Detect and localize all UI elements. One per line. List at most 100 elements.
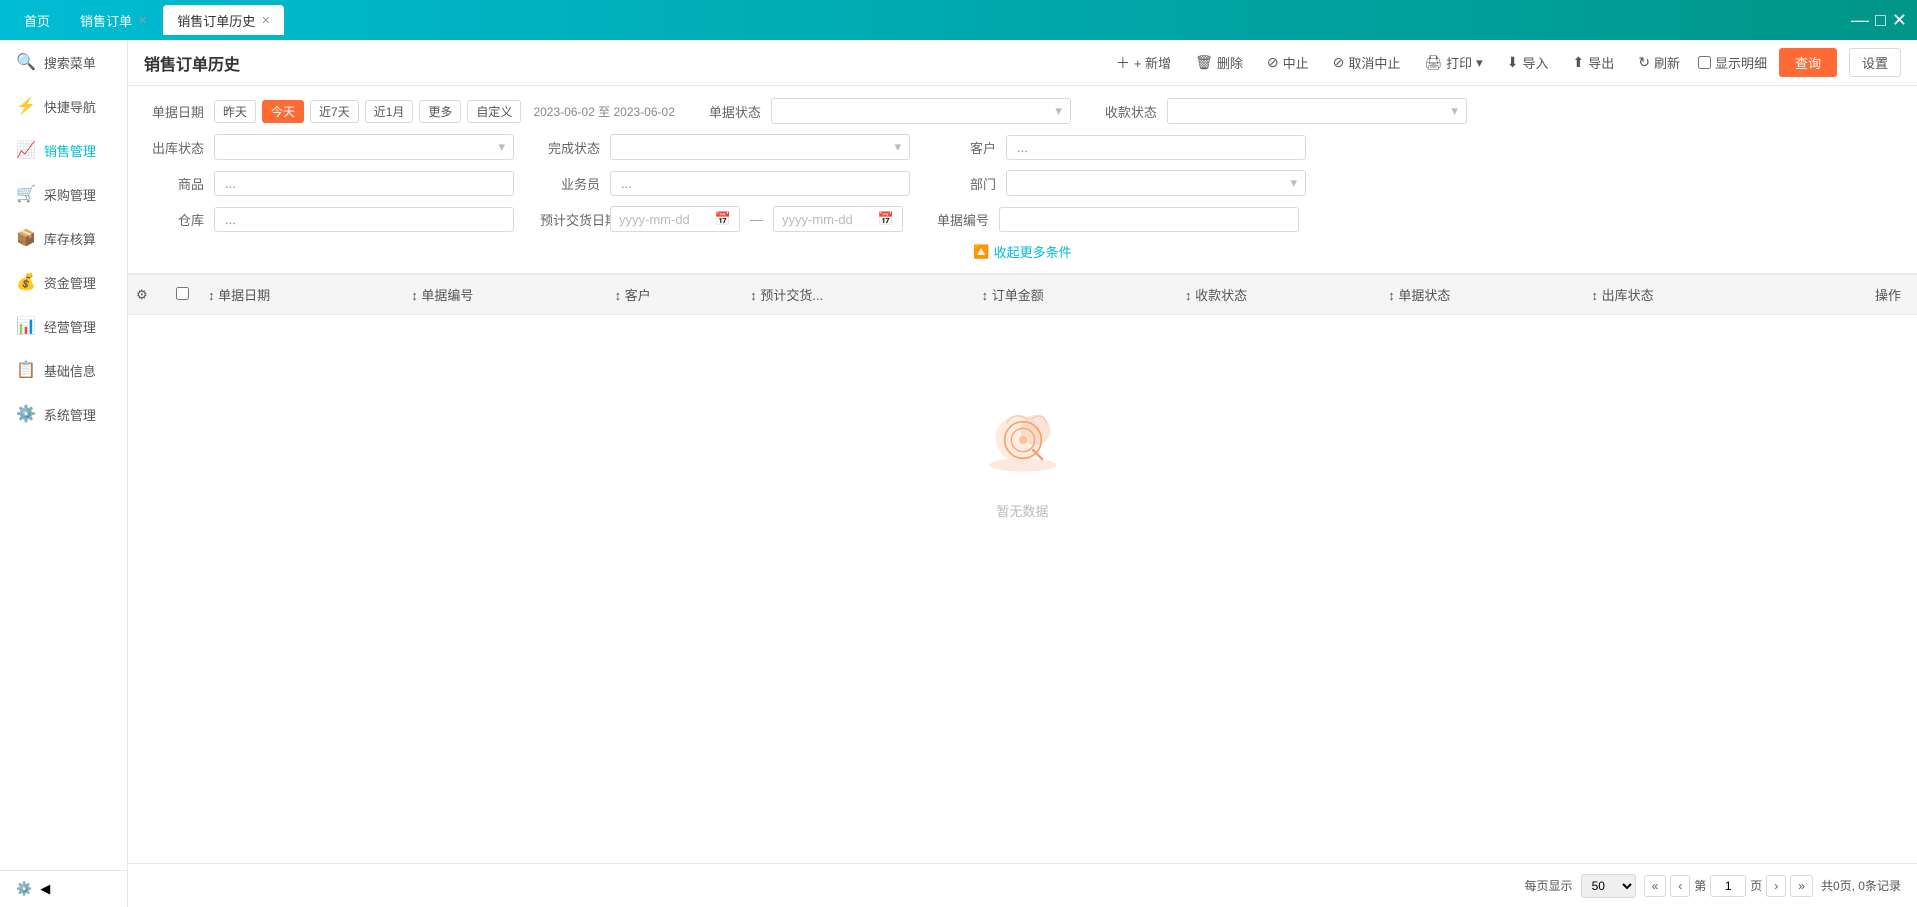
filter-row-2: 出库状态 ▾ 完成状态 ▾ 客户 ... — [144, 134, 1901, 160]
cancel-stop-icon: ⊘ — [1333, 54, 1345, 71]
select-all-checkbox[interactable] — [176, 287, 189, 300]
department-dropdown-icon: ▾ — [1290, 175, 1297, 191]
close-sales-order-tab[interactable]: ✕ — [138, 14, 147, 27]
page-number-input[interactable] — [1710, 875, 1746, 897]
print-icon: 🖨 — [1424, 54, 1442, 71]
collapse-button[interactable]: 🔼 收起更多条件 — [973, 242, 1071, 261]
expected-date-to[interactable]: yyyy-mm-dd 📅 — [773, 206, 903, 232]
th-outbound-status[interactable]: ↕ 出库状态 — [1584, 275, 1787, 315]
sys-mgmt-icon: ⚙️ — [16, 404, 36, 424]
stop-icon: ⊘ — [1267, 54, 1279, 71]
maximize-icon[interactable]: □ — [1875, 10, 1886, 31]
collapse-sidebar-icon[interactable]: ◀ — [40, 881, 50, 897]
table-body: 暂无数据 — [128, 315, 1917, 601]
close-sales-order-history-tab[interactable]: ✕ — [261, 14, 270, 27]
th-date[interactable]: ↕ 单据日期 — [200, 275, 403, 315]
calendar-to-icon[interactable]: 📅 — [878, 211, 894, 227]
calendar-from-icon[interactable]: 📅 — [715, 211, 731, 227]
display-detail-checkbox[interactable]: 显示明细 — [1698, 53, 1767, 72]
outbound-status-label: 出库状态 — [144, 138, 204, 157]
search-menu-icon: 🔍 — [16, 52, 36, 72]
sidebar-item-operations[interactable]: 📊 经营管理 — [0, 304, 127, 348]
filter-row-4: 仓库 ... 预计交货日期 yyyy-mm-dd 📅 — yyyy-mm-dd … — [144, 206, 1901, 232]
date-btn-yesterday[interactable]: 昨天 — [214, 100, 256, 123]
new-button[interactable]: ＋ + 新增 — [1110, 49, 1177, 77]
bill-no-input[interactable] — [999, 207, 1299, 232]
prev-page-button[interactable]: ‹ — [1670, 875, 1690, 897]
query-button[interactable]: 查询 — [1779, 48, 1837, 77]
minimize-icon[interactable]: — — [1851, 10, 1869, 31]
goods-input[interactable]: ... — [214, 171, 514, 196]
export-button[interactable]: ⬆ 导出 — [1566, 49, 1620, 76]
sidebar-item-sys-mgmt[interactable]: ⚙️ 系统管理 — [0, 392, 127, 436]
tab-sales-order[interactable]: 销售订单 ✕ — [66, 5, 161, 35]
expected-date-label: 预计交货日期 — [540, 210, 600, 229]
expected-date-from[interactable]: yyyy-mm-dd 📅 — [610, 206, 740, 232]
cancel-stop-button[interactable]: ⊘ 取消中止 — [1327, 49, 1407, 76]
department-select[interactable]: ▾ — [1006, 170, 1306, 196]
settings-button[interactable]: 设置 — [1849, 48, 1901, 77]
th-expected-date[interactable]: ↕ 预计交货... — [742, 275, 973, 315]
date-btn-1month[interactable]: 近1月 — [365, 100, 414, 123]
import-button[interactable]: ⬇ 导入 — [1501, 49, 1555, 76]
bill-status-select[interactable]: ▾ — [771, 98, 1071, 124]
display-detail-input[interactable] — [1698, 56, 1711, 69]
table-header-row: ⚙ ↕ 单据日期 ↕ 单据编号 ↕ 客户 — [128, 275, 1917, 315]
page-size-select[interactable]: 20 50 100 — [1581, 874, 1636, 898]
content-area: 销售订单历史 ＋ + 新增 🗑 删除 ⊘ 中止 ⊘ 取消中止 — [128, 40, 1917, 907]
close-window-icon[interactable]: ✕ — [1892, 10, 1907, 31]
date-btn-more[interactable]: 更多 — [419, 100, 461, 123]
refresh-button[interactable]: ↻ 刷新 — [1632, 49, 1686, 76]
page-nav: « ‹ 第 页 › » — [1644, 875, 1813, 897]
print-button[interactable]: 🖨 打印 ▾ — [1418, 49, 1488, 76]
date-btn-7days[interactable]: 近7天 — [310, 100, 359, 123]
pagination-bar: 每页显示 20 50 100 « ‹ 第 页 › » 共0页, 0条记录 — [128, 863, 1917, 907]
th-amount[interactable]: ↕ 订单金额 — [974, 275, 1177, 315]
sidebar-item-purchase-mgmt[interactable]: 🛒 采购管理 — [0, 172, 127, 216]
date-btn-custom[interactable]: 自定义 — [467, 100, 521, 123]
refresh-icon: ↻ — [1638, 54, 1650, 71]
bill-status-dropdown-icon: ▾ — [1055, 103, 1062, 119]
empty-state-row: 暂无数据 — [128, 315, 1917, 601]
page-total: 共0页, 0条记录 — [1821, 877, 1901, 894]
settings-bottom-icon[interactable]: ⚙️ — [16, 881, 32, 897]
receipt-status-dropdown-icon: ▾ — [1451, 103, 1458, 119]
tab-home[interactable]: 首页 — [10, 5, 64, 35]
th-settings[interactable]: ⚙ — [128, 275, 168, 315]
th-bill-no[interactable]: ↕ 单据编号 — [403, 275, 606, 315]
sidebar-item-search-menu[interactable]: 🔍 搜索菜单 — [0, 40, 127, 84]
warehouse-input[interactable]: ... — [214, 207, 514, 232]
filter-area: 单据日期 昨天 今天 近7天 近1月 更多 自定义 2023-06-02 至 2… — [128, 86, 1917, 274]
delete-button[interactable]: 🗑 删除 — [1189, 49, 1249, 76]
salesperson-input[interactable]: ... — [610, 171, 910, 196]
first-page-button[interactable]: « — [1644, 875, 1667, 897]
bill-no-label: 单据编号 — [929, 210, 989, 229]
sidebar-item-finance[interactable]: 💰 资金管理 — [0, 260, 127, 304]
next-page-button[interactable]: › — [1766, 875, 1786, 897]
empty-icon — [973, 395, 1073, 485]
customer-input[interactable]: ... — [1006, 135, 1306, 160]
th-receipt-status[interactable]: ↕ 收款状态 — [1177, 275, 1380, 315]
sidebar-item-basic-info[interactable]: 📋 基础信息 — [0, 348, 127, 392]
customer-label: 客户 — [936, 138, 996, 157]
bill-status-label: 单据状态 — [701, 102, 761, 121]
empty-text: 暂无数据 — [996, 501, 1048, 520]
toolbar: ＋ + 新增 🗑 删除 ⊘ 中止 ⊘ 取消中止 🖨 打印 — [1110, 48, 1901, 77]
warehouse-label: 仓库 — [144, 210, 204, 229]
outbound-status-select[interactable]: ▾ — [214, 134, 514, 160]
receipt-status-select[interactable]: ▾ — [1167, 98, 1467, 124]
date-btn-today[interactable]: 今天 — [262, 100, 304, 123]
date-button-group: 昨天 今天 近7天 近1月 更多 自定义 2023-06-02 至 2023-0… — [214, 100, 675, 123]
sidebar-item-inventory[interactable]: 📦 库存核算 — [0, 216, 127, 260]
th-customer[interactable]: ↕ 客户 — [607, 275, 743, 315]
th-bill-status[interactable]: ↕ 单据状态 — [1380, 275, 1583, 315]
complete-status-label: 完成状态 — [540, 138, 600, 157]
th-checkbox[interactable] — [168, 275, 200, 315]
last-page-button[interactable]: » — [1790, 875, 1813, 897]
stop-button[interactable]: ⊘ 中止 — [1261, 49, 1315, 76]
sidebar-item-sales-mgmt[interactable]: 📈 销售管理 — [0, 128, 127, 172]
complete-status-select[interactable]: ▾ — [610, 134, 910, 160]
tab-sales-order-history[interactable]: 销售订单历史 ✕ — [163, 5, 284, 35]
date-label: 单据日期 — [144, 102, 204, 121]
sidebar-item-quick-nav[interactable]: ⚡ 快捷导航 — [0, 84, 127, 128]
